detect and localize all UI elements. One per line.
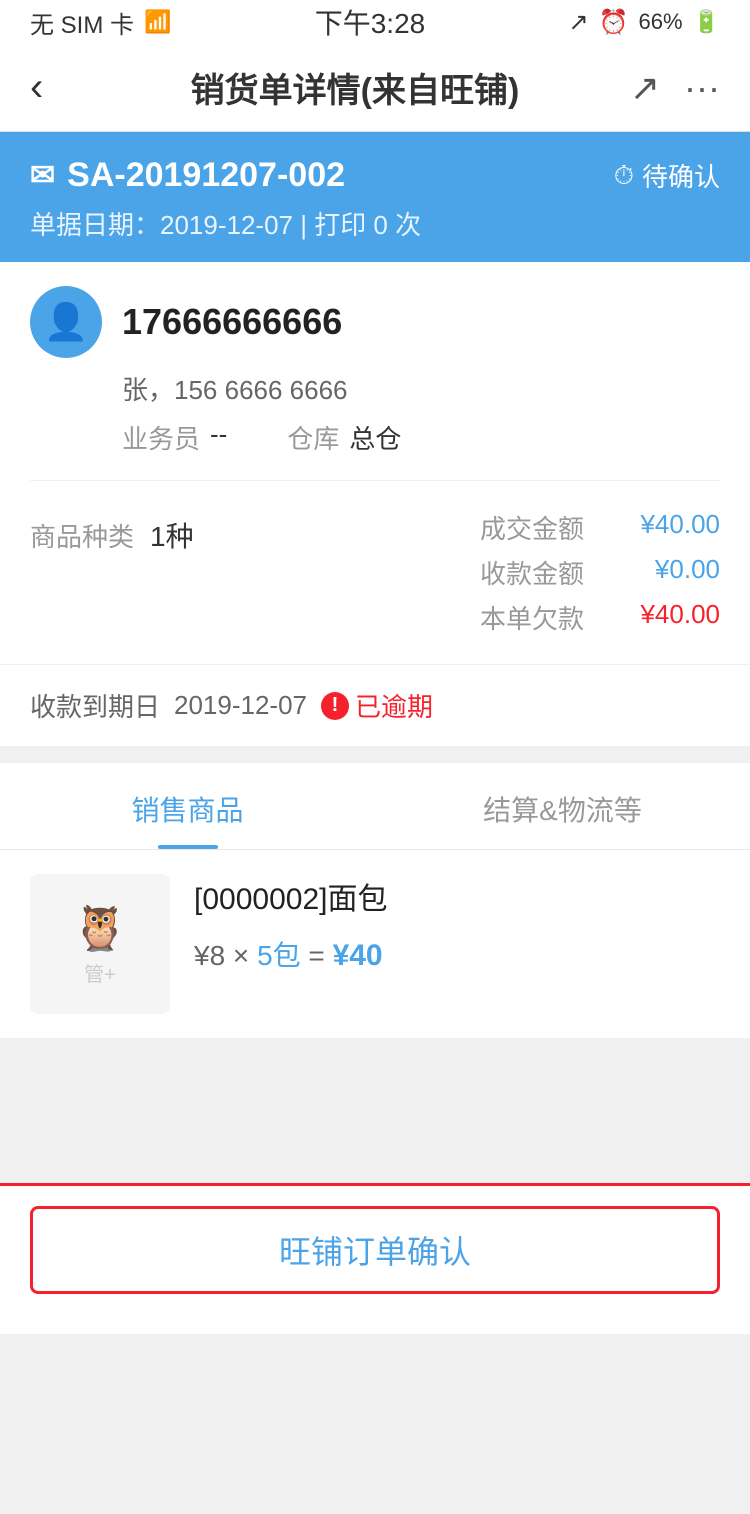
status-bar-time: 下午3:28 (315, 2, 426, 42)
page-title: 销货单详情(来自旺铺) (90, 63, 620, 112)
location-icon: ↗ (569, 8, 589, 37)
avatar-icon: 👤 (44, 301, 89, 343)
debt-row: 本单欠款 ¥40.00 (480, 599, 720, 636)
transaction-label: 成交金额 (480, 509, 584, 546)
brand-plus-text: 管+ (84, 958, 116, 987)
product-price-row: ¥8 × 5包 = ¥40 (194, 934, 720, 974)
customer-card: 👤 17666666666 张，156 6666 6666 业务员 -- 仓库 … (0, 262, 750, 747)
bottom-btn-area: 旺铺订单确认 (0, 1183, 750, 1334)
status-bar-left: 无 SIM 卡 📶 (30, 5, 171, 40)
transaction-row: 成交金额 ¥40.00 (480, 509, 720, 546)
order-icon: ✉ (30, 158, 55, 193)
customer-section: 👤 17666666666 张，156 6666 6666 业务员 -- 仓库 … (0, 262, 750, 480)
order-date: 单据日期：2019-12-07 | 打印 0 次 (30, 205, 720, 242)
customer-meta: 业务员 -- 仓库 总仓 (122, 419, 720, 456)
status-clock-icon: ⏱ (614, 160, 634, 192)
product-separator: = (301, 940, 333, 971)
back-button[interactable]: ‹ (30, 65, 90, 110)
warehouse-value: 总仓 (349, 419, 401, 456)
due-date-section: 收款到期日 2019-12-07 ! 已逾期 (0, 664, 750, 747)
product-name: [0000002]面包 (194, 874, 720, 918)
product-total: ¥40 (333, 939, 383, 972)
nav-bar: ‹ 销货单详情(来自旺铺) ↗ ··· (0, 44, 750, 132)
due-date-value: 2019-12-07 (174, 690, 307, 721)
summary-left: 商品种类 1种 (30, 509, 194, 555)
product-thumb-inner: 🦉 管+ (73, 902, 128, 987)
overdue-text: 已逾期 (355, 687, 433, 724)
order-banner-top: ✉ SA-20191207-002 ⏱ 待确认 (30, 156, 720, 195)
sales-meta: 业务员 -- (122, 419, 227, 456)
due-date-label: 收款到期日 (30, 687, 160, 724)
status-bar: 无 SIM 卡 📶 下午3:28 ↗ ⏰ 66% 🔋 (0, 0, 750, 44)
order-status: ⏱ 待确认 (614, 157, 720, 194)
debt-label: 本单欠款 (480, 599, 584, 636)
transaction-value: ¥40.00 (600, 509, 720, 546)
wifi-icon: 📶 (144, 9, 171, 35)
order-id-text: SA-20191207-002 (67, 156, 345, 195)
summary-right: 成交金额 ¥40.00 收款金额 ¥0.00 本单欠款 ¥40.00 (480, 509, 720, 636)
tab-settlement[interactable]: 结算&物流等 (375, 763, 750, 849)
product-placeholder-icon: 🦉 (73, 902, 128, 954)
type-label: 商品种类 (30, 517, 134, 554)
order-id: ✉ SA-20191207-002 (30, 156, 345, 195)
summary-section: 商品种类 1种 成交金额 ¥40.00 收款金额 ¥0.00 本单欠款 ¥40.… (0, 481, 750, 664)
order-banner: ✉ SA-20191207-002 ⏱ 待确认 单据日期：2019-12-07 … (0, 132, 750, 262)
product-info: [0000002]面包 ¥8 × 5包 = ¥40 (194, 874, 720, 974)
nav-actions: ↗ ··· (620, 67, 720, 109)
confirm-order-button[interactable]: 旺铺订单确认 (30, 1206, 720, 1294)
customer-row: 👤 17666666666 (30, 286, 720, 358)
collection-value: ¥0.00 (600, 554, 720, 591)
status-bar-right: ↗ ⏰ 66% 🔋 (569, 8, 720, 37)
customer-name: 张，156 6666 6666 (122, 370, 720, 407)
share-icon[interactable]: ↗ (630, 67, 660, 109)
sales-label: 业务员 (122, 419, 200, 456)
tab-sales-products[interactable]: 销售商品 (0, 763, 375, 849)
status-text: 待确认 (642, 157, 720, 194)
carrier-text: 无 SIM 卡 (30, 5, 134, 40)
collection-label: 收款金额 (480, 554, 584, 591)
battery-text: 66% (639, 9, 683, 35)
type-value: 1种 (150, 515, 194, 555)
battery-icon: 🔋 (693, 9, 720, 35)
customer-phone: 17666666666 (122, 301, 342, 343)
sales-value: -- (210, 419, 227, 456)
tabs-row: 销售商品 结算&物流等 (0, 763, 750, 850)
more-icon[interactable]: ··· (684, 67, 720, 109)
warehouse-meta: 仓库 总仓 (287, 419, 401, 456)
warehouse-label: 仓库 (287, 419, 339, 456)
product-thumbnail: 🦉 管+ (30, 874, 170, 1014)
product-unit-price: ¥8 × (194, 940, 257, 971)
debt-value: ¥40.00 (600, 599, 720, 636)
product-section: 🦉 管+ [0000002]面包 ¥8 × 5包 = ¥40 (0, 850, 750, 1038)
overdue-badge: ! 已逾期 (321, 687, 433, 724)
overdue-icon: ! (321, 692, 349, 720)
product-qty: 5包 (257, 940, 301, 971)
collection-row: 收款金额 ¥0.00 (480, 554, 720, 591)
avatar: 👤 (30, 286, 102, 358)
tabs-section: 销售商品 结算&物流等 🦉 管+ [0000002]面包 ¥8 × 5包 = ¥… (0, 763, 750, 1038)
alarm-icon: ⏰ (599, 8, 629, 37)
